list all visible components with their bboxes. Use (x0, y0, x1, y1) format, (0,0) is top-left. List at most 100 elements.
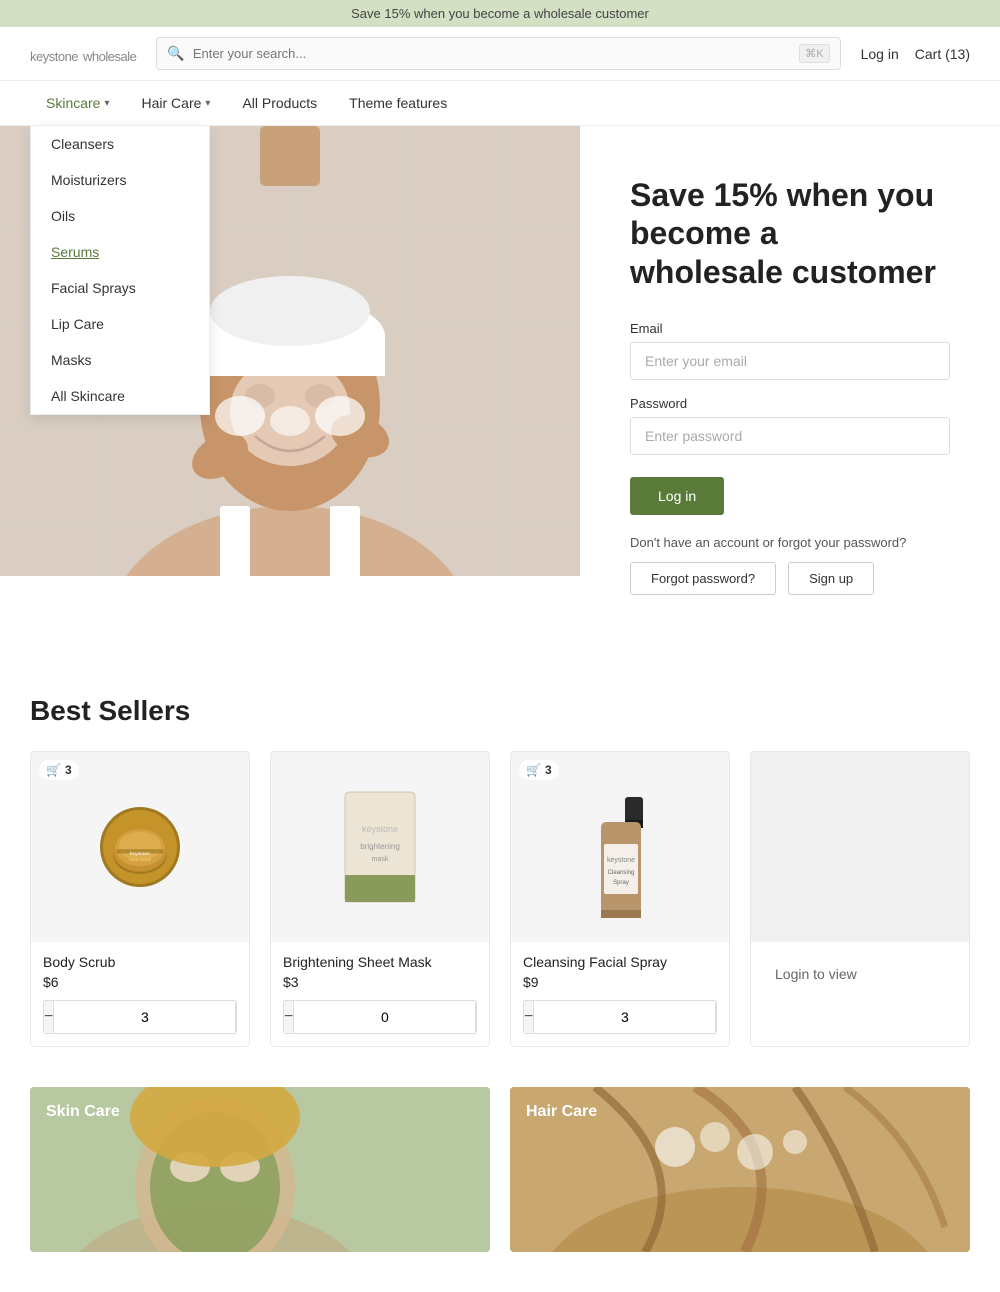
svg-text:Cleansing: Cleansing (607, 870, 634, 876)
product-info-sheet-mask: Brightening Sheet Mask $3 − + (271, 942, 489, 1046)
skincare-dropdown: Cleansers Moisturizers Oils Serums Facia… (30, 125, 210, 415)
product-price-1: $3 (283, 974, 477, 990)
dropdown-facial-sprays[interactable]: Facial Sprays (31, 270, 209, 306)
product-image-sheet-mask: keystone brightening mask (271, 752, 489, 942)
svg-text:keystone: keystone (130, 851, 150, 857)
nav-theme-features[interactable]: Theme features (333, 81, 463, 125)
nav-skincare[interactable]: Skincare ▾ Cleansers Moisturizers Oils S… (30, 81, 126, 125)
logo-sub: wholesale (83, 49, 136, 64)
top-banner: Save 15% when you become a wholesale cus… (0, 0, 1000, 27)
haircare-card-illustration: Hair Care (510, 1087, 970, 1252)
logo[interactable]: keystone wholesale (30, 41, 136, 67)
no-account-text: Don't have an account or forgot your pas… (630, 535, 950, 550)
quantity-control-1: − + (283, 1000, 477, 1034)
category-skincare[interactable]: Skin Care (30, 1087, 490, 1252)
spray-illustration: keystone Cleansing Spray (593, 752, 648, 942)
svg-text:brightening: brightening (360, 842, 400, 851)
nav-all-products-label: All Products (242, 95, 317, 111)
badge-cart-icon: 🛒 (46, 763, 61, 777)
qty-input-2[interactable] (533, 1001, 716, 1033)
qty-decrease-0[interactable]: − (44, 1001, 53, 1033)
cart-button[interactable]: Cart (13) (915, 46, 970, 62)
auth-links: Forgot password? Sign up (630, 562, 950, 595)
product-card-facial-spray: 🛒 3 keystone Cleansing Spray (510, 751, 730, 1047)
product-card-body-scrub: 🛒 3 keystone Body Scrub Body (30, 751, 250, 1047)
password-field[interactable] (630, 417, 950, 455)
header: keystone wholesale 🔍 ⌘K Log in Cart (13) (0, 27, 1000, 81)
product-name-2: Cleansing Facial Spray (523, 954, 717, 970)
qty-increase-2[interactable]: + (716, 1001, 717, 1033)
qty-input-1[interactable] (293, 1001, 476, 1033)
svg-text:mask: mask (372, 856, 389, 863)
qty-decrease-2[interactable]: − (524, 1001, 533, 1033)
product-name-0: Body Scrub (43, 954, 237, 970)
badge-cart-icon-2: 🛒 (526, 763, 541, 777)
product-name-1: Brightening Sheet Mask (283, 954, 477, 970)
email-form-group: Email (630, 321, 950, 380)
forgot-password-button[interactable]: Forgot password? (630, 562, 776, 595)
nav-all-products[interactable]: All Products (226, 81, 333, 125)
categories-grid: Skin Care (30, 1087, 970, 1252)
password-form-group: Password (630, 396, 950, 455)
banner-text: Save 15% when you become a wholesale cus… (351, 6, 649, 21)
dropdown-cleansers[interactable]: Cleansers (31, 126, 209, 162)
nav-haircare[interactable]: Hair Care ▾ (126, 81, 227, 125)
sheet-mask-illustration: keystone brightening mask (340, 752, 420, 942)
quantity-control-0: − + (43, 1000, 237, 1034)
hero-title: Save 15% when you become a wholesale cus… (630, 176, 950, 291)
svg-text:Spray: Spray (613, 880, 629, 886)
quantity-control-2: − + (523, 1000, 717, 1034)
dropdown-masks[interactable]: Masks (31, 342, 209, 378)
search-input[interactable] (193, 46, 791, 61)
dropdown-all-skincare[interactable]: All Skincare (31, 378, 209, 414)
chevron-down-icon: ▾ (104, 98, 109, 109)
login-button[interactable]: Log in (630, 477, 724, 515)
qty-increase-0[interactable]: + (236, 1001, 237, 1033)
product-info-body-scrub: Body Scrub $6 − + (31, 942, 249, 1046)
search-bar[interactable]: 🔍 ⌘K (156, 37, 840, 70)
qty-decrease-1[interactable]: − (284, 1001, 293, 1033)
product-image-facial-spray: 🛒 3 keystone Cleansing Spray (511, 752, 729, 942)
product-price-0: $6 (43, 974, 237, 990)
qty-input-0[interactable] (53, 1001, 236, 1033)
nav-theme-features-label: Theme features (349, 95, 447, 111)
signup-button[interactable]: Sign up (788, 562, 874, 595)
bestsellers-title: Best Sellers (30, 695, 970, 727)
product-badge-2: 🛒 3 (519, 760, 559, 780)
login-link[interactable]: Log in (861, 46, 899, 62)
main-content: Best Sellers 🛒 3 keystone Body (0, 695, 1000, 1252)
product-card-sheet-mask: keystone brightening mask Brightening Sh… (270, 751, 490, 1047)
product-badge-0: 🛒 3 (39, 760, 79, 780)
badge-count-0: 3 (65, 763, 72, 777)
category-haircare-label: Hair Care (526, 1103, 597, 1121)
login-to-view-label: Login to view (763, 954, 957, 994)
hero-login-panel: Save 15% when you become a wholesale cus… (580, 126, 1000, 645)
email-label: Email (630, 321, 950, 336)
product-image-locked (751, 752, 969, 942)
skincare-card-illustration: Skin Care (30, 1087, 490, 1252)
products-grid: 🛒 3 keystone Body Scrub Body (30, 751, 970, 1047)
dropdown-oils[interactable]: Oils (31, 198, 209, 234)
logo-main: keystone (30, 49, 78, 64)
svg-text:keystone: keystone (362, 824, 398, 834)
category-haircare[interactable]: Hair Care (510, 1087, 970, 1252)
product-image-body-scrub: 🛒 3 keystone Body Scrub (31, 752, 249, 942)
nav: Skincare ▾ Cleansers Moisturizers Oils S… (0, 81, 1000, 126)
header-actions: Log in Cart (13) (861, 46, 970, 62)
body-scrub-illustration: keystone Body Scrub (100, 807, 180, 887)
dropdown-serums[interactable]: Serums (31, 234, 209, 270)
product-info-locked: Login to view (751, 942, 969, 1006)
svg-text:keystone: keystone (606, 857, 634, 864)
product-info-facial-spray: Cleansing Facial Spray $9 − + (511, 942, 729, 1046)
password-label: Password (630, 396, 950, 411)
search-shortcut: ⌘K (799, 44, 829, 63)
qty-increase-1[interactable]: + (476, 1001, 477, 1033)
nav-skincare-label: Skincare (46, 95, 100, 111)
product-price-2: $9 (523, 974, 717, 990)
svg-text:Body Scrub: Body Scrub (129, 857, 152, 862)
dropdown-lip-care[interactable]: Lip Care (31, 306, 209, 342)
search-icon: 🔍 (167, 45, 184, 62)
email-field[interactable] (630, 342, 950, 380)
category-skincare-label: Skin Care (46, 1103, 120, 1121)
dropdown-moisturizers[interactable]: Moisturizers (31, 162, 209, 198)
